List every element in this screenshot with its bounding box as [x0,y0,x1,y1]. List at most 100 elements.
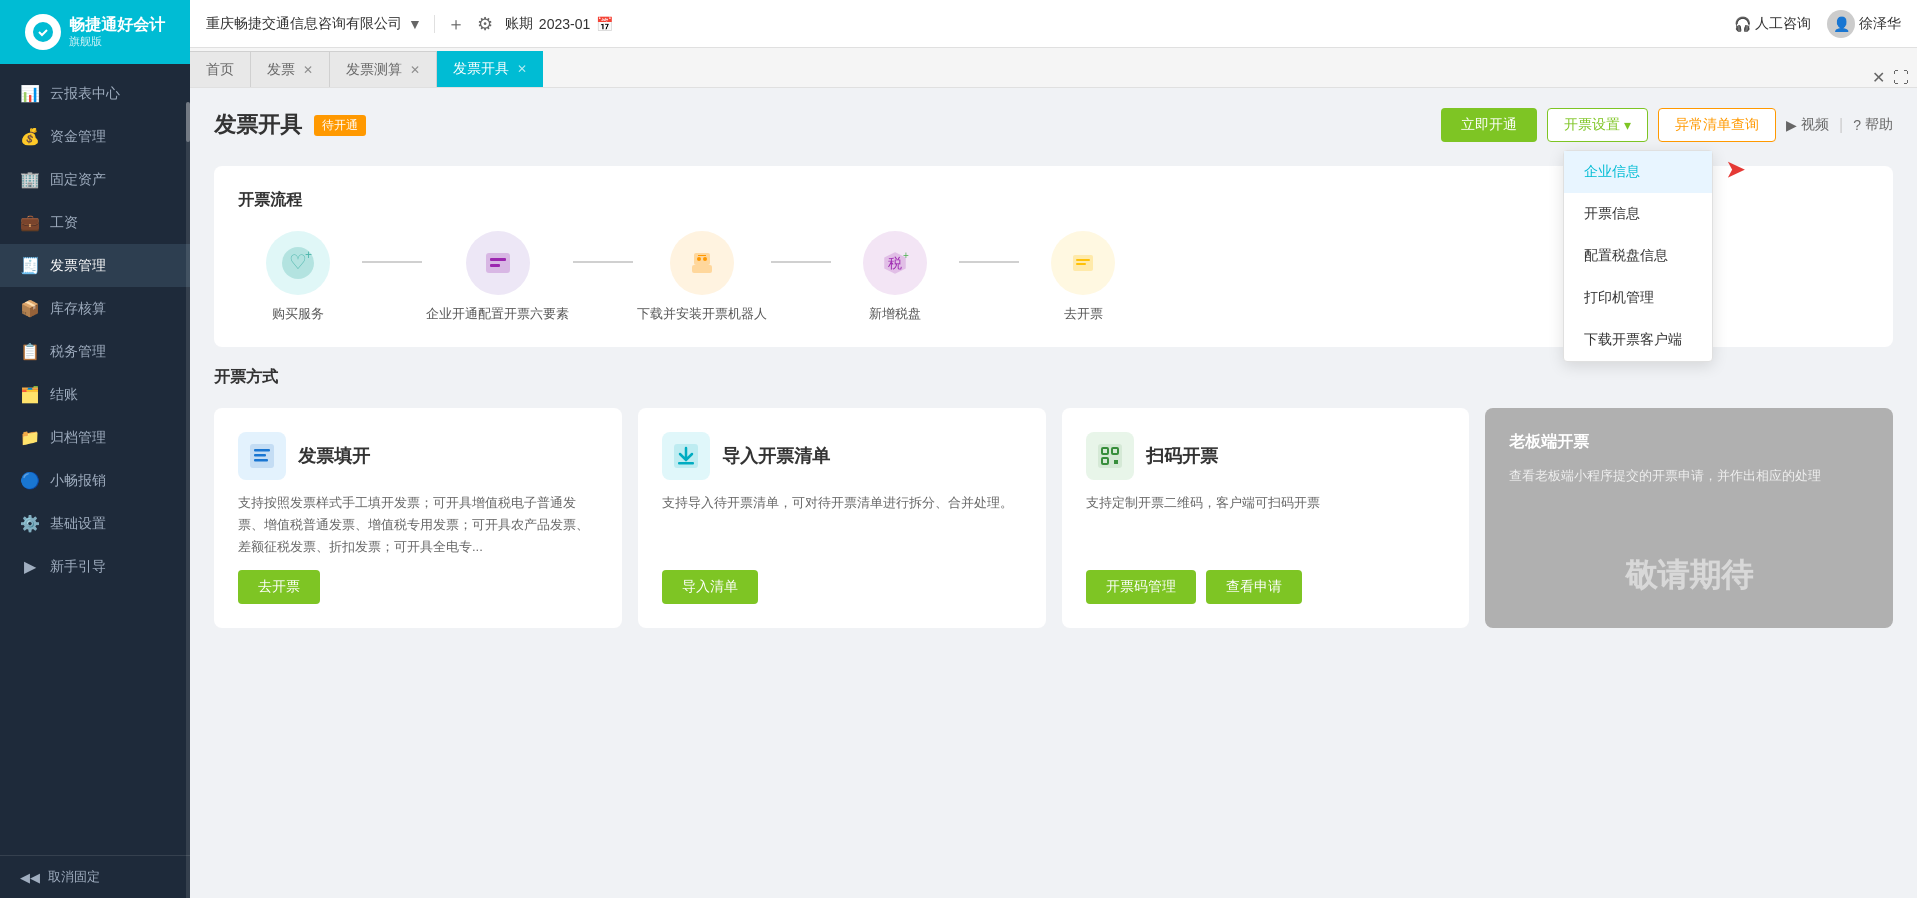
method-card-import-list: 导入开票清单 支持导入待开票清单，可对待开票清单进行拆分、合并处理。 导入清单 [638,408,1046,628]
add-company-icon[interactable]: ＋ [447,12,465,36]
printer-mgmt-label: 打印机管理 [1584,289,1654,305]
divider: | [1839,116,1843,134]
page-actions: 立即开通 开票设置 ▾ 异常清单查询 ▶ 视频 | ? 帮助 [1441,108,1893,142]
logo-icon [25,14,61,50]
tab-home[interactable]: 首页 [190,51,251,87]
help-btn[interactable]: ? 帮助 [1853,116,1893,134]
dropdown-item-company-info[interactable]: 企业信息 ➤ [1564,151,1712,193]
svg-rect-10 [698,255,706,256]
tab-invoice-issue[interactable]: 发票开具 ✕ [437,51,543,87]
dropdown-item-printer-mgmt[interactable]: 打印机管理 [1564,277,1712,319]
account-period: 账期 2023-01 📅 [505,15,613,33]
sidebar-item-inventory[interactable]: 📦 库存核算 [0,287,190,330]
flow-icon-add-tax-disk: 税+ [863,231,927,295]
method-card-header-scan: 扫码开票 [1086,432,1446,480]
settings-btn-label: 开票设置 [1564,116,1620,134]
video-label: 视频 [1801,116,1829,134]
header-actions: ＋ ⚙ [435,12,505,36]
sidebar-item-cloud-report[interactable]: 📊 云报表中心 [0,72,190,115]
manual-fill-desc: 支持按照发票样式手工填开发票；可开具增值税电子普通发票、增值税普通发票、增值税专… [238,492,598,558]
dropdown-item-download-client[interactable]: 下载开票客户端 [1564,319,1712,361]
sidebar-item-fixed-assets[interactable]: 🏢 固定资产 [0,158,190,201]
app-subtitle: 旗舰版 [69,34,165,49]
sidebar-item-xiaogang-sales[interactable]: 🔵 小畅报销 [0,459,190,502]
scan-invoice-code-mgmt-btn[interactable]: 开票码管理 [1086,570,1196,604]
tabs-bar: 首页 发票 ✕ 发票测算 ✕ 发票开具 ✕ ✕ ⛶ [190,48,1917,88]
tab-expand-btn[interactable]: ⛶ [1893,69,1909,87]
human-consultant-btn[interactable]: 🎧 人工咨询 [1734,15,1811,33]
tab-invoice[interactable]: 发票 ✕ [251,51,330,87]
svg-point-0 [33,22,53,42]
status-badge: 待开通 [314,115,366,136]
svg-text:税: 税 [888,255,902,271]
activate-btn[interactable]: 立即开通 [1441,108,1537,142]
tabs-right-actions: ✕ ⛶ [1864,68,1917,87]
fixed-assets-icon: 🏢 [20,170,40,189]
svg-rect-17 [1076,263,1086,265]
tab-invoice-label: 发票 [267,61,295,79]
sidebar-item-basic-settings[interactable]: ⚙️ 基础设置 [0,502,190,545]
method-card-scan-invoice: 扫码开票 支持定制开票二维码，客户端可扫码开票 开票码管理 查看申请 [1062,408,1470,628]
sidebar-item-label: 结账 [50,386,78,404]
anomaly-list-btn[interactable]: 异常清单查询 [1658,108,1776,142]
calendar-icon[interactable]: 📅 [596,16,613,32]
header-right: 🎧 人工咨询 👤 徐泽华 [1734,10,1901,38]
tab-invoice-issue-close[interactable]: ✕ [517,62,527,76]
scan-invoice-view-apply-btn[interactable]: 查看申请 [1206,570,1302,604]
svg-point-8 [697,257,701,261]
flow-icon-buy-service: ♡+ [266,231,330,295]
flow-label-config-enterprise: 企业开通配置开票六要素 [426,305,569,323]
sidebar-item-tax-mgmt[interactable]: 📋 税务管理 [0,330,190,373]
sidebar-nav: 📊 云报表中心 💰 资金管理 🏢 固定资产 💼 工资 🧾 发票管理 📦 库存核算… [0,64,190,855]
sidebar-item-archive-mgmt[interactable]: 📁 归档管理 [0,416,190,459]
question-icon: ? [1853,117,1861,133]
page-title-row: 发票开具 待开通 [214,110,366,140]
svg-point-9 [703,257,707,261]
logo-text-block: 畅捷通好会计 旗舰版 [69,15,165,49]
dropdown-arrow-container: 企业信息 ➤ [1564,151,1712,193]
flow-label-add-tax-disk: 新增税盘 [869,305,921,323]
flow-divider-4 [959,261,1019,263]
header-left: 重庆畅捷交通信息咨询有限公司 ▼ ＋ ⚙ 账期 2023-01 📅 [206,12,613,36]
cancel-pin-icon: ◀◀ [20,870,40,885]
sidebar-item-label: 工资 [50,214,78,232]
settlement-icon: 🗂️ [20,385,40,404]
flow-item-buy-service: ♡+ 购买服务 [238,231,358,323]
settings-dropdown-btn[interactable]: 开票设置 ▾ [1547,108,1648,142]
flow-label-go-invoice: 去开票 [1064,305,1103,323]
cloud-report-icon: 📊 [20,84,40,103]
import-list-icon [662,432,710,480]
video-btn[interactable]: ▶ 视频 [1786,116,1829,134]
sidebar-item-invoice-mgmt[interactable]: 🧾 发票管理 [0,244,190,287]
tab-close-all-btn[interactable]: ✕ [1872,68,1885,87]
dropdown-item-invoice-info[interactable]: 开票信息 [1564,193,1712,235]
sidebar-item-fund-mgmt[interactable]: 💰 资金管理 [0,115,190,158]
tab-invoice-close[interactable]: ✕ [303,63,313,77]
tab-invoice-test[interactable]: 发票测算 ✕ [330,51,437,87]
sidebar-item-salary[interactable]: 💼 工资 [0,201,190,244]
red-arrow-icon: ➤ [1726,157,1744,183]
svg-rect-11 [692,265,712,273]
user-avatar-icon: 👤 [1827,10,1855,38]
download-client-label: 下载开票客户端 [1584,331,1682,347]
sidebar-item-settlement[interactable]: 🗂️ 结账 [0,373,190,416]
cancel-pin-label: 取消固定 [48,868,100,886]
tab-invoice-test-close[interactable]: ✕ [410,63,420,77]
user-profile-btn[interactable]: 👤 徐泽华 [1827,10,1901,38]
sidebar-item-new-guide[interactable]: ▶ 新手引导 [0,545,190,588]
svg-rect-5 [490,258,506,261]
method-card-header-import: 导入开票清单 [662,432,1022,480]
scan-invoice-desc: 支持定制开票二维码，客户端可扫码开票 [1086,492,1446,558]
dropdown-item-tax-disk-config[interactable]: 配置税盘信息 [1564,235,1712,277]
import-list-btn[interactable]: 导入清单 [662,570,758,604]
flow-label-download-robot: 下载并安装开票机器人 [637,305,767,323]
company-selector[interactable]: 重庆畅捷交通信息咨询有限公司 ▼ [206,15,435,33]
sidebar-item-label: 税务管理 [50,343,106,361]
manual-fill-btn[interactable]: 去开票 [238,570,320,604]
sidebar-item-label: 小畅报销 [50,472,106,490]
settings-icon[interactable]: ⚙ [477,13,493,35]
sidebar-bottom-cancel-pin[interactable]: ◀◀ 取消固定 [0,855,190,898]
archive-mgmt-icon: 📁 [20,428,40,447]
svg-rect-23 [678,462,694,465]
tab-invoice-test-label: 发票测算 [346,61,402,79]
